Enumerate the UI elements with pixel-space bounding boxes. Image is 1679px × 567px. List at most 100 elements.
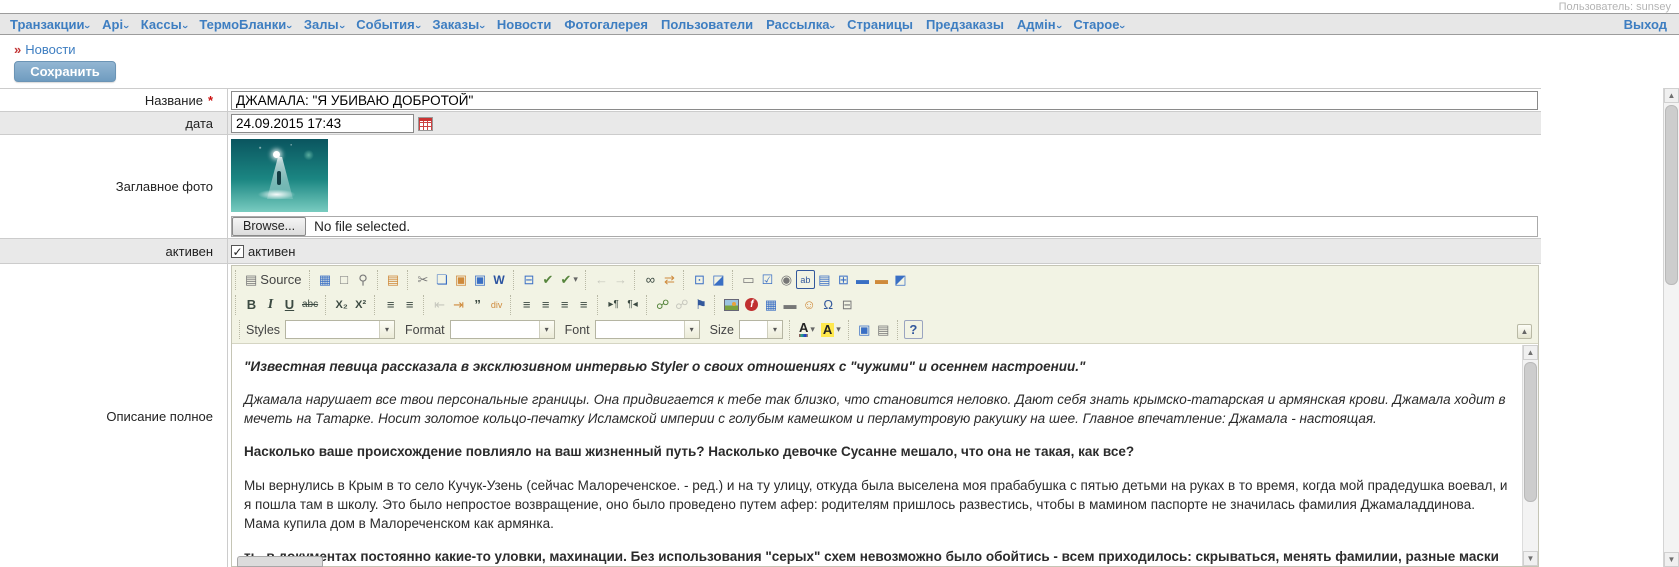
image-button-field-icon[interactable]: ▬	[872, 270, 891, 289]
logout-link[interactable]: Выход	[1624, 17, 1667, 32]
format-select[interactable]: ▾	[449, 320, 555, 339]
scroll-down-arrow-icon[interactable]: ▼	[1523, 551, 1538, 566]
title-input[interactable]	[231, 91, 1538, 110]
blockquote-icon[interactable]: ”	[468, 295, 487, 314]
nav-item-orders[interactable]: Заказы›	[432, 17, 488, 32]
text-direction-rtl-icon[interactable]: ¶◂	[623, 295, 642, 314]
templates-icon[interactable]: ▤	[384, 270, 403, 289]
button-field-icon[interactable]: ▬	[853, 270, 872, 289]
underline-button[interactable]: U	[280, 295, 299, 314]
spellcheck-icon[interactable]: ✔	[539, 270, 558, 289]
undo-icon[interactable]: ←	[592, 270, 611, 289]
link-icon[interactable]: ☍	[653, 295, 672, 314]
nav-item-news[interactable]: Новости	[497, 17, 552, 32]
new-page-icon[interactable]: □	[335, 270, 354, 289]
nav-item-photo-gallery[interactable]: Фотогалерея	[564, 17, 648, 32]
unlink-icon[interactable]: ☍	[672, 295, 691, 314]
spellcheck-auto-button[interactable]: ✔ ▾	[558, 270, 581, 289]
bulleted-list-icon[interactable]: ≡	[400, 295, 419, 314]
italic-button[interactable]: I	[261, 295, 280, 314]
nav-item-api[interactable]: Api›	[102, 17, 132, 32]
save-icon[interactable]: ▦	[316, 270, 335, 289]
browse-button[interactable]: Browse...	[232, 217, 307, 236]
div-container-icon[interactable]: div	[487, 295, 506, 314]
styles-select[interactable]: ▾	[285, 320, 396, 339]
insert-flash-icon[interactable]: f	[742, 295, 761, 314]
text-direction-ltr-icon[interactable]: ▸¶	[604, 295, 623, 314]
nav-item-halls[interactable]: Залы›	[304, 17, 348, 32]
form-icon[interactable]: ▭	[739, 270, 758, 289]
hidden-field-icon[interactable]: ◩	[891, 270, 910, 289]
maximize-icon[interactable]: ▣	[855, 320, 874, 339]
chevron-down-icon: ›	[283, 24, 296, 29]
nav-item-cash-registers[interactable]: Кассы›	[141, 17, 191, 32]
nav-item-transactions[interactable]: Транзакции›	[10, 17, 93, 32]
nav-item-pages[interactable]: Страницы	[847, 17, 913, 32]
cut-icon[interactable]: ✂	[414, 270, 433, 289]
superscript-button[interactable]: X²	[351, 295, 370, 314]
indent-icon[interactable]: ⇥	[449, 295, 468, 314]
align-left-icon[interactable]: ≡	[517, 295, 536, 314]
editor-content-area[interactable]: "Известная певица рассказала в эксклюзив…	[232, 345, 1522, 566]
nav-item-users[interactable]: Пользователи	[661, 17, 753, 32]
subscript-button[interactable]: X₂	[332, 295, 351, 314]
print-icon[interactable]: ⊟	[520, 270, 539, 289]
horizontal-rule-icon[interactable]: ▬	[780, 295, 799, 314]
find-icon[interactable]: ∞	[641, 270, 660, 289]
text-field-icon[interactable]: ab	[795, 270, 815, 289]
insert-image-icon[interactable]	[721, 295, 742, 314]
page-break-icon[interactable]: ⊟	[838, 295, 857, 314]
checkbox-field-icon[interactable]: ☑	[758, 270, 777, 289]
paste-from-word-icon[interactable]: W	[490, 270, 509, 289]
radio-field-icon[interactable]: ◉	[777, 270, 796, 289]
strikethrough-button[interactable]: abc	[299, 295, 321, 314]
show-blocks-icon[interactable]: ▤	[874, 320, 893, 339]
smiley-icon[interactable]: ☺	[799, 295, 818, 314]
breadcrumb-news-link[interactable]: Новости	[25, 42, 75, 57]
collapse-toolbar-button[interactable]: ▲	[1517, 324, 1532, 339]
page-scrollbar-thumb[interactable]	[1665, 105, 1678, 285]
nav-item-events[interactable]: События›	[356, 17, 423, 32]
scroll-up-arrow-icon[interactable]: ▲	[1664, 88, 1679, 103]
bold-button[interactable]: B	[242, 295, 261, 314]
select-all-icon[interactable]: ⊡	[690, 270, 709, 289]
calendar-icon[interactable]	[418, 116, 433, 131]
editor-scrollbar-thumb[interactable]	[1524, 362, 1537, 502]
source-button[interactable]: ▤ Source	[242, 270, 305, 289]
paste-icon[interactable]: ▣	[452, 270, 471, 289]
nav-item-old[interactable]: Старое›	[1073, 17, 1128, 32]
special-character-icon[interactable]: Ω	[819, 295, 838, 314]
remove-format-icon[interactable]: ◪	[709, 270, 728, 289]
save-button[interactable]: Сохранить	[14, 61, 116, 82]
scroll-up-arrow-icon[interactable]: ▲	[1523, 345, 1538, 360]
active-checkbox[interactable]: ✓	[231, 245, 244, 259]
anchor-icon[interactable]: ⚑	[691, 295, 710, 314]
size-select[interactable]: ▾	[738, 320, 783, 339]
scroll-down-arrow-icon[interactable]: ▼	[1664, 552, 1679, 567]
select-field-icon[interactable]: ⊞	[834, 270, 853, 289]
align-right-icon[interactable]: ≡	[555, 295, 574, 314]
nav-item-thermo-blanks[interactable]: ТермоБланки›	[199, 17, 295, 32]
text-color-button[interactable]: A ▾	[796, 320, 818, 339]
numbered-list-icon[interactable]: ≡	[381, 295, 400, 314]
textarea-field-icon[interactable]: ▤	[815, 270, 834, 289]
preview-icon[interactable]: ⚲	[354, 270, 373, 289]
page-scrollbar[interactable]: ▲ ▼	[1663, 88, 1679, 567]
replace-icon[interactable]: ⇄	[660, 270, 679, 289]
insert-table-icon[interactable]: ▦	[761, 295, 780, 314]
about-button[interactable]: ?	[903, 320, 923, 339]
outdent-icon[interactable]: ⇤	[430, 295, 449, 314]
photo-file-input[interactable]: Browse... No file selected.	[231, 216, 1538, 237]
date-input[interactable]	[231, 114, 414, 133]
align-center-icon[interactable]: ≡	[536, 295, 555, 314]
copy-icon[interactable]: ❏	[433, 270, 452, 289]
nav-item-preorders[interactable]: Предзаказы	[926, 17, 1004, 32]
paste-text-icon[interactable]: ▣	[471, 270, 490, 289]
font-select[interactable]: ▾	[594, 320, 700, 339]
justify-icon[interactable]: ≡	[574, 295, 593, 314]
nav-item-admin[interactable]: Адмін›	[1017, 17, 1065, 32]
editor-scrollbar[interactable]: ▲ ▼	[1522, 345, 1538, 566]
redo-icon[interactable]: →	[611, 270, 630, 289]
nav-item-mailing[interactable]: Рассылка›	[766, 17, 838, 32]
background-color-button[interactable]: A ▾	[818, 320, 844, 339]
